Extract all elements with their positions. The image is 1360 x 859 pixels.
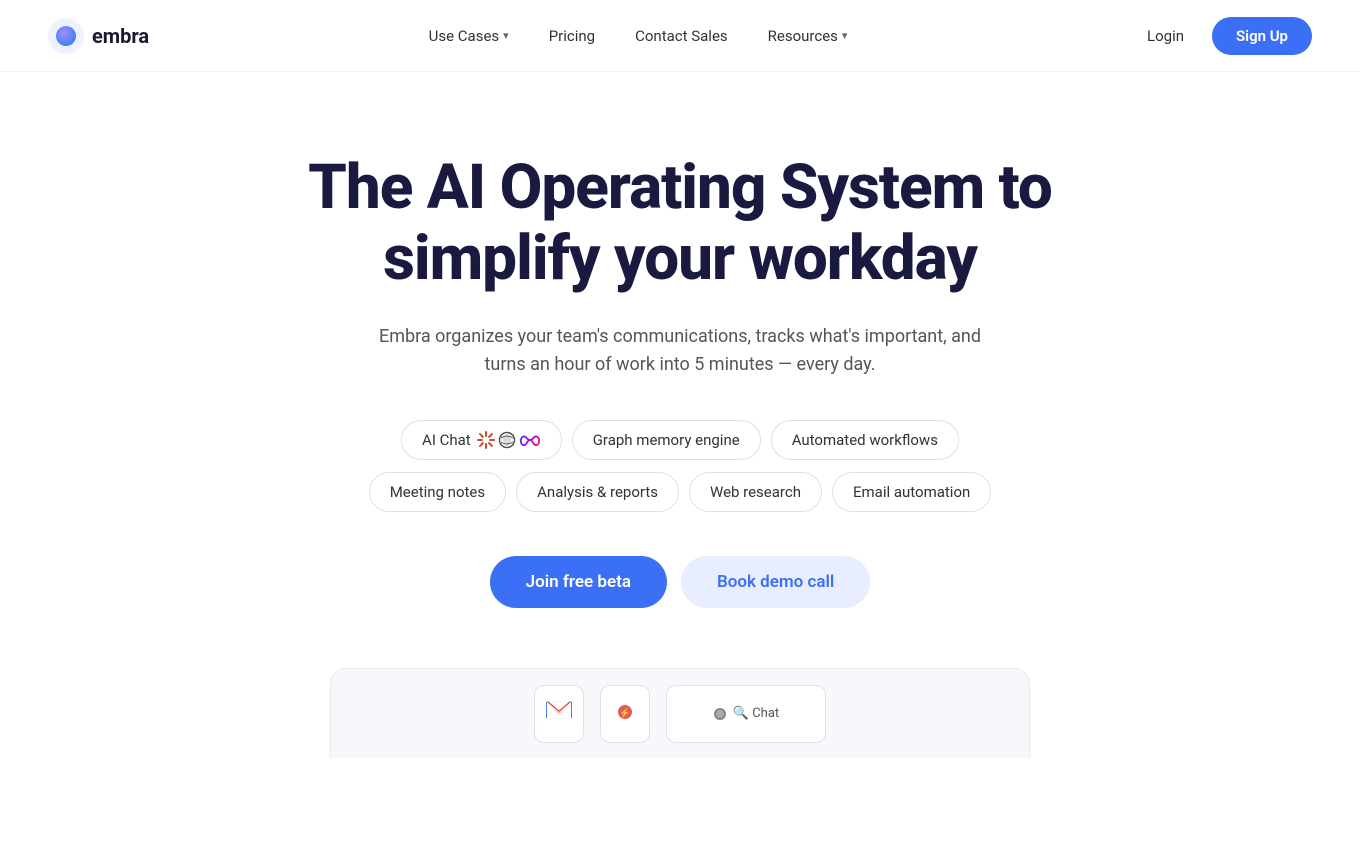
signup-button[interactable]: Sign Up [1212, 17, 1312, 55]
hero-section: The AI Operating System to simplify your… [0, 72, 1360, 798]
nav-contact-sales[interactable]: Contact Sales [619, 19, 744, 53]
tag-analysis-reports[interactable]: Analysis & reports [516, 472, 679, 512]
tag-web-research[interactable]: Web research [689, 472, 822, 512]
hero-title: The AI Operating System to simplify your… [280, 152, 1080, 295]
embra-logo-icon [48, 18, 84, 54]
ai-icons [477, 431, 541, 449]
nav-use-cases[interactable]: Use Cases ▾ [413, 19, 525, 53]
nav-pricing[interactable]: Pricing [533, 19, 611, 53]
meta-icon [519, 431, 541, 449]
tag-ai-chat[interactable]: AI Chat [401, 420, 562, 460]
logo-text: embra [92, 24, 149, 48]
tags-row-1: AI Chat [401, 420, 959, 460]
join-free-beta-button[interactable]: Join free beta [490, 556, 667, 608]
tag-web-research-label: Web research [710, 483, 801, 501]
preview-card: ⚡ 🔍 Chat [330, 668, 1030, 758]
navbar: embra Use Cases ▾ Pricing Contact Sales … [0, 0, 1360, 72]
tag-automated-workflows-label: Automated workflows [792, 431, 938, 449]
cta-row: Join free beta Book demo call [490, 556, 871, 608]
tag-meeting-notes-label: Meeting notes [390, 483, 485, 501]
chat-preview-app: 🔍 Chat [666, 685, 826, 743]
preview-strip: ⚡ 🔍 Chat [48, 668, 1312, 758]
feature-tags: AI Chat [369, 420, 992, 512]
hero-subtitle: Embra organizes your team's communicatio… [370, 323, 990, 381]
chat-label: 🔍 Chat [733, 706, 779, 721]
logo-link[interactable]: embra [48, 18, 149, 54]
tag-email-automation-label: Email automation [853, 483, 970, 501]
chevron-down-icon: ▾ [842, 29, 848, 42]
claude-icon [477, 431, 495, 449]
login-button[interactable]: Login [1127, 19, 1204, 53]
tag-meeting-notes[interactable]: Meeting notes [369, 472, 506, 512]
red-app-preview: ⚡ [600, 685, 650, 743]
tag-email-automation[interactable]: Email automation [832, 472, 991, 512]
tags-row-2: Meeting notes Analysis & reports Web res… [369, 472, 992, 512]
openai-icon [498, 431, 516, 449]
chevron-down-icon: ▾ [503, 29, 509, 42]
svg-text:⚡: ⚡ [619, 707, 630, 719]
gmail-icon [543, 694, 575, 733]
tag-automated-workflows[interactable]: Automated workflows [771, 420, 959, 460]
tag-ai-chat-label: AI Chat [422, 431, 471, 449]
book-demo-button[interactable]: Book demo call [681, 556, 870, 608]
nav-links: Use Cases ▾ Pricing Contact Sales Resour… [413, 19, 864, 53]
tag-graph-memory-label: Graph memory engine [593, 431, 740, 449]
tag-analysis-reports-label: Analysis & reports [537, 483, 658, 501]
gmail-preview-app [534, 685, 584, 743]
nav-actions: Login Sign Up [1127, 17, 1312, 55]
nav-resources[interactable]: Resources ▾ [752, 19, 864, 53]
tag-graph-memory[interactable]: Graph memory engine [572, 420, 761, 460]
